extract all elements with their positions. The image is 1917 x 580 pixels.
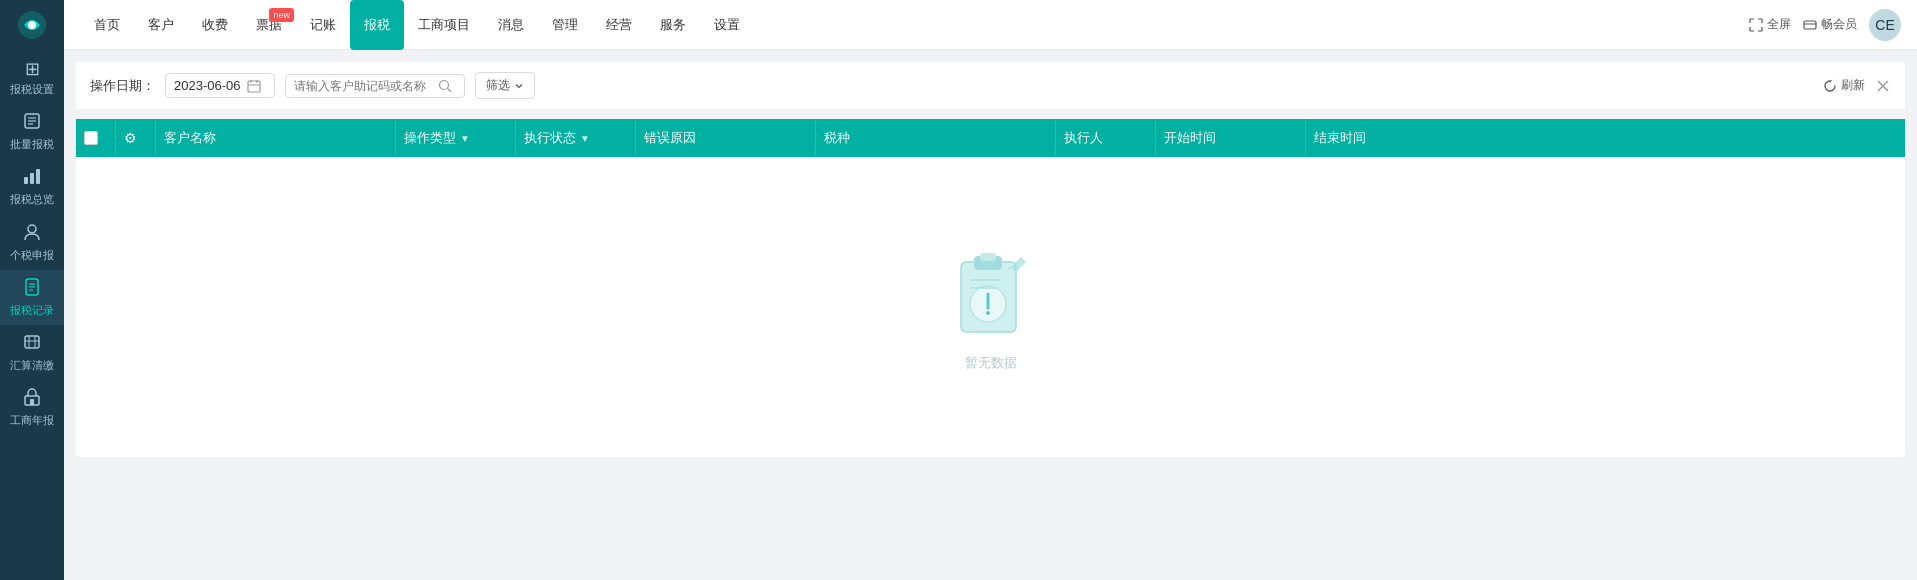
svg-rect-19 — [30, 399, 34, 405]
table-header: ⚙ 客户名称 操作类型 ▼ 执行状态 ▼ 错误原因 — [76, 119, 1905, 157]
empty-text: 暂无数据 — [965, 354, 1017, 372]
calendar-icon — [247, 79, 261, 93]
svg-point-1 — [28, 21, 36, 29]
table-body-empty: 暂无数据 — [76, 157, 1905, 457]
th-executor: 执行人 — [1056, 119, 1156, 157]
svg-line-26 — [448, 88, 452, 92]
top-navigation: 首页 客户 收费 票据 new 记账 报税 工商项目 消息 管理 经营 — [64, 0, 1917, 50]
settings-icon: ⚙ — [124, 130, 137, 146]
nav-item-kehu[interactable]: 客户 — [134, 0, 188, 50]
filter-button[interactable]: 筛选 — [475, 72, 535, 99]
vip-btn[interactable]: 畅会员 — [1803, 16, 1857, 33]
geshui-icon — [23, 223, 41, 246]
nav-item-fuwu[interactable]: 服务 — [646, 0, 700, 50]
sidebar-item-nianbao-label: 工商年报 — [10, 414, 54, 427]
sidebar-item-zonlan-label: 报税总览 — [10, 193, 54, 206]
sidebar-item-baoshui-shezhi-label: 报税设置 — [10, 83, 54, 96]
nav-item-baoshui[interactable]: 报税 — [350, 0, 404, 50]
sidebar-item-jilu-label: 报税记录 — [10, 304, 54, 317]
select-all-checkbox[interactable] — [84, 131, 98, 145]
search-input[interactable] — [294, 79, 434, 93]
nav-item-shezhi[interactable]: 设置 — [700, 0, 754, 50]
nav-item-jizhang[interactable]: 记账 — [296, 0, 350, 50]
th-op-type[interactable]: 操作类型 ▼ — [396, 119, 516, 157]
empty-state: 暂无数据 — [946, 242, 1036, 372]
sidebar-item-piliang-baoshui[interactable]: 批量报税 — [0, 104, 64, 159]
svg-rect-21 — [248, 81, 260, 92]
th-client-name: 客户名称 — [156, 119, 396, 157]
app-logo[interactable] — [0, 0, 64, 50]
baoshui-shezhi-icon: ⊞ — [25, 58, 40, 80]
baoshui-zonlan-icon — [23, 167, 41, 190]
th-start-time: 开始时间 — [1156, 119, 1306, 157]
svg-rect-14 — [25, 336, 39, 348]
th-checkbox[interactable] — [76, 119, 116, 157]
sidebar-item-huisuan-label: 汇算清缴 — [10, 359, 54, 372]
sidebar-item-baoshui-jilu[interactable]: 报税记录 — [0, 270, 64, 325]
svg-point-34 — [986, 311, 990, 315]
sort-icon-exec-status: ▼ — [580, 133, 590, 144]
search-icon — [438, 79, 452, 93]
svg-point-9 — [28, 225, 36, 233]
sidebar-item-geshui-label: 个税申报 — [10, 249, 54, 262]
nav-item-piaoju[interactable]: 票据 new — [242, 0, 296, 50]
sidebar-item-baoshui-shezhi[interactable]: ⊞ 报税设置 — [0, 50, 64, 104]
th-exec-status[interactable]: 执行状态 ▼ — [516, 119, 636, 157]
date-picker[interactable]: 2023-06-06 — [165, 73, 275, 98]
chevron-down-icon — [514, 81, 524, 91]
date-label: 操作日期： — [90, 77, 155, 95]
gongshang-icon — [23, 388, 41, 411]
main-area: 首页 客户 收费 票据 new 记账 报税 工商项目 消息 管理 经营 — [64, 0, 1917, 580]
svg-point-25 — [440, 80, 449, 89]
vip-icon — [1803, 18, 1817, 32]
date-value: 2023-06-06 — [174, 78, 241, 93]
baoshui-jilu-icon — [23, 278, 41, 301]
svg-rect-31 — [980, 253, 996, 261]
toolbar-right: 刷新 — [1823, 77, 1891, 94]
svg-rect-7 — [30, 173, 34, 184]
nav-item-gongshang[interactable]: 工商项目 — [404, 0, 484, 50]
nav-item-xiaoxi[interactable]: 消息 — [484, 0, 538, 50]
empty-illustration — [946, 242, 1036, 342]
user-avatar[interactable]: CE — [1869, 9, 1901, 41]
huisuan-icon — [23, 333, 41, 356]
toolbar: 操作日期： 2023-06-06 — [76, 62, 1905, 109]
svg-rect-6 — [24, 177, 28, 184]
close-icon — [1875, 78, 1891, 94]
piliang-baoshui-icon — [23, 112, 41, 135]
th-error-reason: 错误原因 — [636, 119, 816, 157]
sidebar-item-geshui-shenbao[interactable]: 个税申报 — [0, 215, 64, 270]
th-settings[interactable]: ⚙ — [116, 119, 156, 157]
sort-icon-op-type: ▼ — [460, 133, 470, 144]
search-box — [285, 74, 465, 98]
fullscreen-btn[interactable]: 全屏 — [1749, 16, 1791, 33]
refresh-icon — [1823, 79, 1837, 93]
nav-item-shoufei[interactable]: 收费 — [188, 0, 242, 50]
nav-right: 全屏 畅会员 CE — [1749, 9, 1901, 41]
sidebar-item-huisuan-jiaona[interactable]: 汇算清缴 — [0, 325, 64, 380]
fullscreen-icon — [1749, 18, 1763, 32]
nav-item-shouye[interactable]: 首页 — [80, 0, 134, 50]
sidebar-item-baoshui-zonlan[interactable]: 报税总览 — [0, 159, 64, 214]
sidebar-item-piliang-label: 批量报税 — [10, 138, 54, 151]
nav-item-jingying[interactable]: 经营 — [592, 0, 646, 50]
refresh-button[interactable]: 刷新 — [1823, 77, 1865, 94]
close-button[interactable] — [1875, 78, 1891, 94]
th-tax-type: 税种 — [816, 119, 1056, 157]
content-area: 操作日期： 2023-06-06 — [64, 50, 1917, 580]
sidebar-item-gongshang-nianbao[interactable]: 工商年报 — [0, 380, 64, 435]
svg-rect-20 — [1804, 21, 1816, 29]
nav-item-guanli[interactable]: 管理 — [538, 0, 592, 50]
page-content: 操作日期： 2023-06-06 — [64, 50, 1917, 580]
svg-rect-8 — [36, 169, 40, 184]
table-container: ⚙ 客户名称 操作类型 ▼ 执行状态 ▼ 错误原因 — [76, 119, 1905, 457]
new-badge: new — [269, 8, 294, 22]
sidebar: ⊞ 报税设置 批量报税 报税总览 — [0, 0, 64, 580]
th-end-time: 结束时间 — [1306, 119, 1456, 157]
